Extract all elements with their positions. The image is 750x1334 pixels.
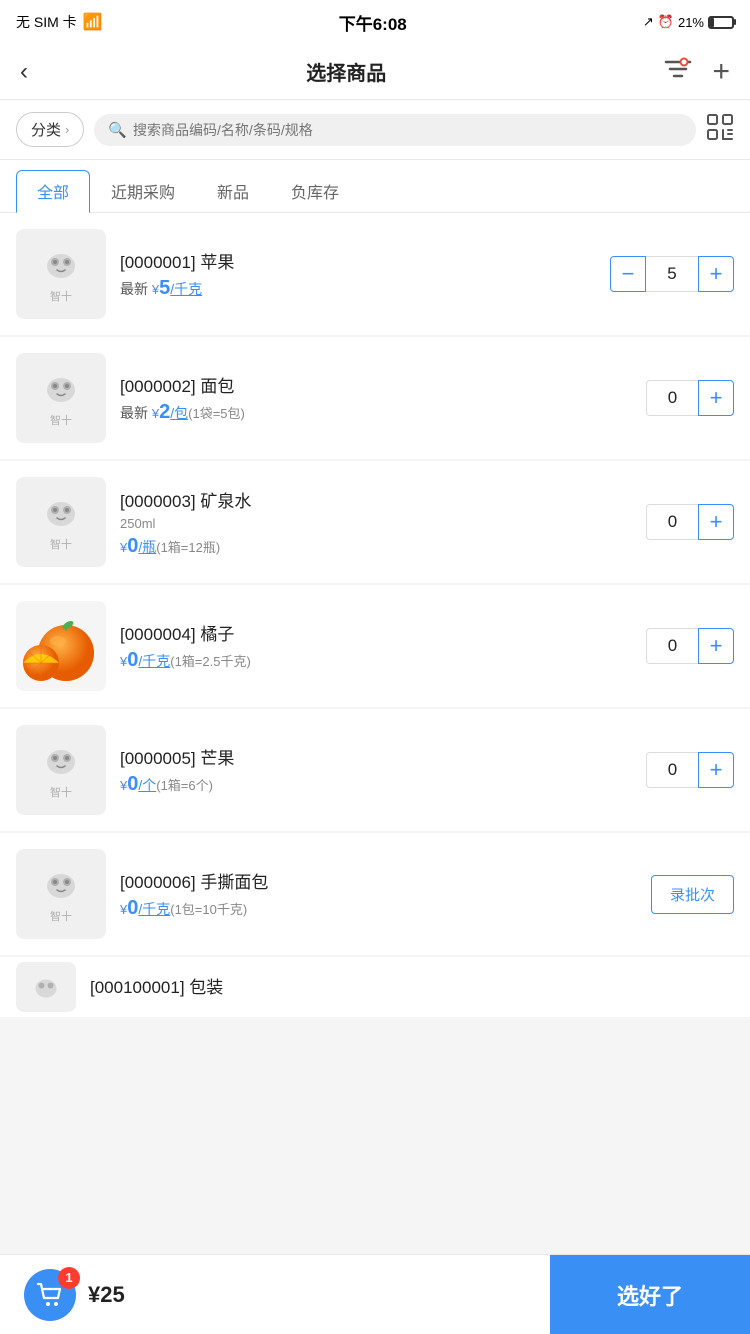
- brand-label: 智十: [50, 908, 72, 924]
- scan-icon[interactable]: [706, 113, 734, 147]
- add-button[interactable]: +: [712, 55, 730, 89]
- quantity-control: +: [646, 380, 734, 416]
- quantity-input[interactable]: [646, 504, 698, 540]
- brand-label: 智十: [50, 412, 72, 428]
- wifi-icon: 📶: [83, 12, 103, 32]
- product-item: 智十 [0000006] 手撕面包 ¥0/千克(1包=10千克) 录批次: [0, 833, 750, 955]
- quantity-control: +: [646, 628, 734, 664]
- increase-button[interactable]: +: [698, 256, 734, 292]
- product-thumbnail: 智十: [16, 229, 106, 319]
- battery-text: 21%: [678, 15, 704, 30]
- status-right: ↗ ⏰ 21%: [643, 14, 734, 30]
- tab-all[interactable]: 全部: [16, 170, 90, 213]
- product-name: [0000006] 手撕面包: [120, 868, 637, 893]
- product-price: ¥0/瓶(1箱=12瓶): [120, 535, 632, 558]
- bottom-bar: 1 ¥25 选好了: [0, 1254, 750, 1334]
- product-price: ¥0/千克(1包=10千克): [120, 897, 637, 920]
- location-icon: ↗: [643, 14, 654, 30]
- product-item-partial: [000100001] 包装: [0, 957, 750, 1017]
- product-name: [0000003] 矿泉水: [120, 487, 632, 512]
- time-display: 下午6:08: [339, 10, 407, 35]
- product-thumbnail: [16, 601, 106, 691]
- back-button[interactable]: ‹: [20, 58, 28, 86]
- chevron-right-icon: ›: [65, 122, 69, 137]
- tab-new[interactable]: 新品: [196, 170, 270, 212]
- product-item: 智十 [0000005] 芒果 ¥0/个(1箱=6个) +: [0, 709, 750, 831]
- increase-button[interactable]: +: [698, 380, 734, 416]
- product-info: [0000006] 手撕面包 ¥0/千克(1包=10千克): [120, 868, 637, 920]
- category-label: 分类: [31, 119, 61, 140]
- product-list: 智十 [0000001] 苹果 最新 ¥5/千克 − +: [0, 213, 750, 1017]
- brand-label: 智十: [50, 288, 72, 304]
- quantity-input[interactable]: [646, 380, 698, 416]
- product-info: [0000003] 矿泉水 250ml ¥0/瓶(1箱=12瓶): [120, 487, 632, 558]
- product-item: 智十 [0000003] 矿泉水 250ml ¥0/瓶(1箱=12瓶) +: [0, 461, 750, 583]
- product-name: [0000001] 苹果: [120, 248, 596, 273]
- category-button[interactable]: 分类 ›: [16, 112, 84, 147]
- decrease-button[interactable]: −: [610, 256, 646, 292]
- product-price: ¥0/个(1箱=6个): [120, 773, 632, 796]
- quantity-control: − +: [610, 256, 734, 292]
- tab-recent[interactable]: 近期采购: [90, 170, 196, 212]
- quantity-input[interactable]: [646, 752, 698, 788]
- search-box: 🔍: [94, 114, 696, 146]
- product-info: [0000001] 苹果 最新 ¥5/千克: [120, 248, 596, 300]
- product-thumbnail: 智十: [16, 353, 106, 443]
- cart-badge: 1: [58, 1267, 80, 1289]
- confirm-button[interactable]: 选好了: [550, 1255, 750, 1334]
- brand-label: 智十: [50, 536, 72, 552]
- tab-negative[interactable]: 负库存: [270, 170, 360, 212]
- cart-button[interactable]: 1: [24, 1269, 76, 1321]
- search-icon: 🔍: [108, 121, 127, 139]
- product-price: 最新 ¥5/千克: [120, 277, 596, 300]
- product-name: [0000005] 芒果: [120, 744, 632, 769]
- product-spec: 250ml: [120, 516, 632, 531]
- increase-button[interactable]: +: [698, 752, 734, 788]
- cart-area: 1 ¥25: [0, 1269, 550, 1321]
- product-thumbnail: 智十: [16, 725, 106, 815]
- status-left: 无 SIM 卡 📶: [16, 12, 103, 32]
- search-input[interactable]: [133, 122, 682, 138]
- product-item: [0000004] 橘子 ¥0/千克(1箱=2.5千克) +: [0, 585, 750, 707]
- cart-total: ¥25: [88, 1282, 125, 1308]
- nav-bar: ‹ 选择商品 +: [0, 44, 750, 100]
- product-name: [000100001] 包装: [90, 973, 734, 998]
- brand-label: 智十: [50, 784, 72, 800]
- filter-icon[interactable]: [664, 57, 692, 87]
- product-thumbnail: [16, 962, 76, 1012]
- product-thumbnail: 智十: [16, 477, 106, 567]
- battery-icon: [708, 16, 734, 29]
- quantity-input[interactable]: [646, 256, 698, 292]
- batch-button[interactable]: 录批次: [651, 875, 734, 914]
- nav-actions: +: [664, 55, 730, 89]
- product-price: ¥0/千克(1箱=2.5千克): [120, 649, 632, 672]
- product-name: [0000004] 橘子: [120, 620, 632, 645]
- product-info: [000100001] 包装: [90, 973, 734, 1002]
- carrier-text: 无 SIM 卡: [16, 12, 77, 32]
- batch-control: 录批次: [651, 875, 734, 914]
- tab-row: 全部 近期采购 新品 负库存: [0, 160, 750, 213]
- status-bar: 无 SIM 卡 📶 下午6:08 ↗ ⏰ 21%: [0, 0, 750, 44]
- quantity-input[interactable]: [646, 628, 698, 664]
- product-name: [0000002] 面包: [120, 372, 632, 397]
- increase-button[interactable]: +: [698, 504, 734, 540]
- product-item: 智十 [0000002] 面包 最新 ¥2/包(1袋=5包) +: [0, 337, 750, 459]
- product-item: 智十 [0000001] 苹果 最新 ¥5/千克 − +: [0, 213, 750, 335]
- product-thumbnail: 智十: [16, 849, 106, 939]
- product-info: [0000005] 芒果 ¥0/个(1箱=6个): [120, 744, 632, 796]
- quantity-control: +: [646, 752, 734, 788]
- product-info: [0000004] 橘子 ¥0/千克(1箱=2.5千克): [120, 620, 632, 672]
- filter-row: 分类 › 🔍: [0, 100, 750, 160]
- increase-button[interactable]: +: [698, 628, 734, 664]
- product-info: [0000002] 面包 最新 ¥2/包(1袋=5包): [120, 372, 632, 424]
- product-price: 最新 ¥2/包(1袋=5包): [120, 401, 632, 424]
- alarm-icon: ⏰: [658, 14, 674, 30]
- quantity-control: +: [646, 504, 734, 540]
- page-title: 选择商品: [306, 57, 386, 86]
